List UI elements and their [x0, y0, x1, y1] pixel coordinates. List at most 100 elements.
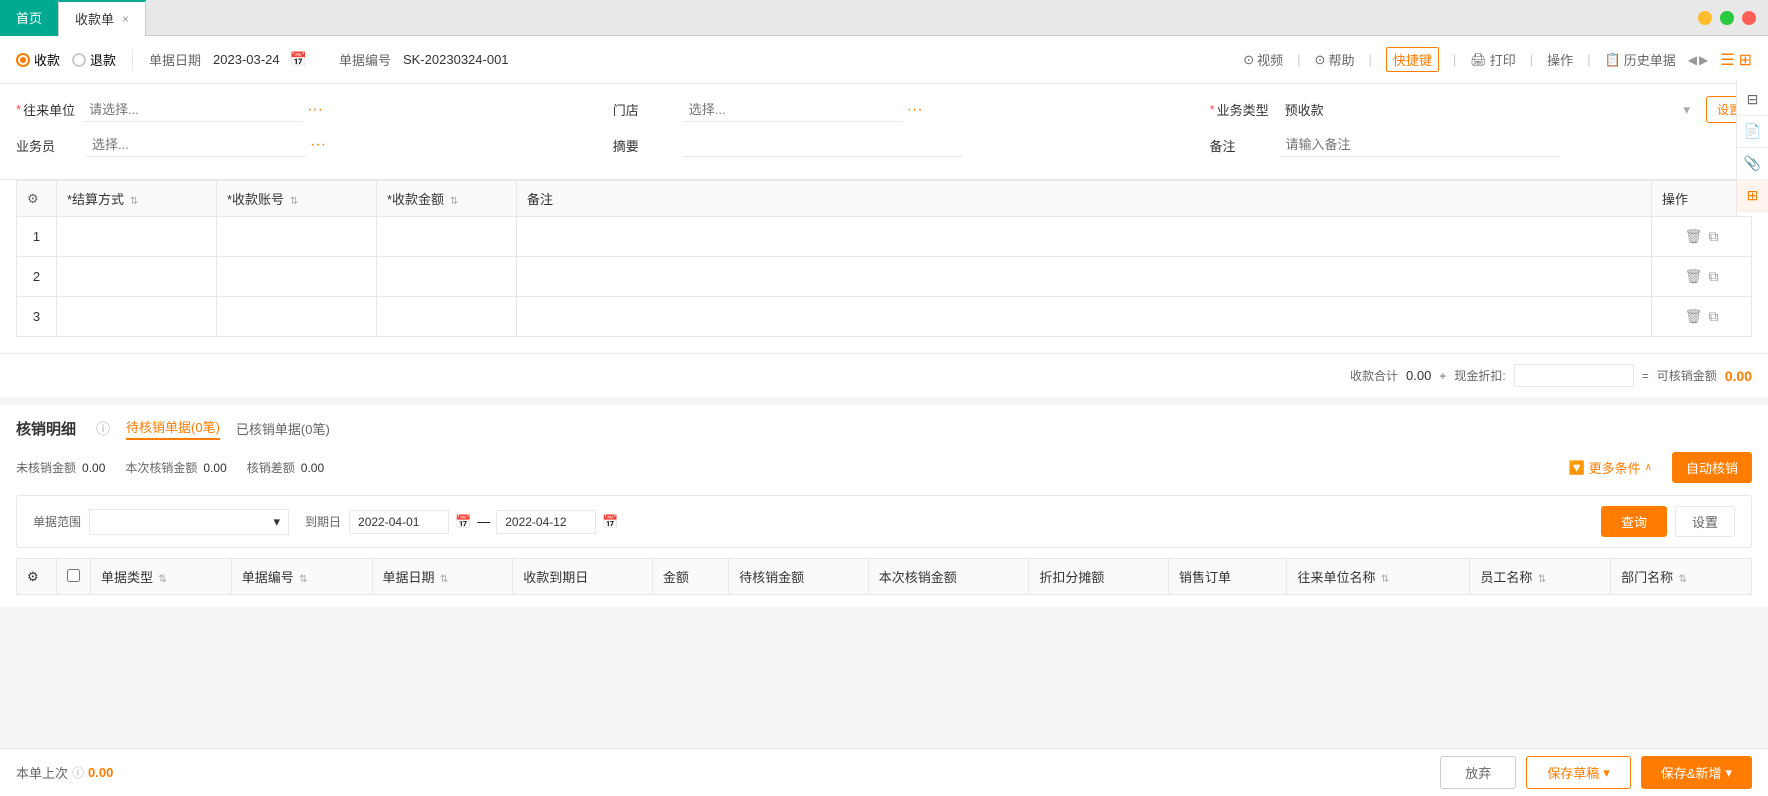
row-3-copy-icon[interactable]: ⧉ [1708, 308, 1718, 325]
counterpart-more-icon[interactable]: ··· [303, 102, 327, 118]
calendar-icon[interactable]: 📅 [290, 51, 307, 68]
save-new-button[interactable]: 保存&新增 ▾ [1641, 756, 1752, 789]
window-minimize-button[interactable] [1698, 11, 1712, 25]
row-3-amount[interactable] [377, 297, 517, 337]
biz-type-dropdown-icon[interactable]: ▾ [1683, 102, 1690, 118]
unverified-value: 0.00 [82, 461, 105, 475]
row-3-account[interactable] [217, 297, 377, 337]
window-controls [1698, 11, 1768, 25]
bt-col-gear[interactable]: ⚙ [17, 559, 57, 595]
bt-dept-sort-icon[interactable]: ⇅ [1679, 574, 1687, 585]
window-close-button[interactable] [1742, 11, 1756, 25]
row-1-delete-icon[interactable]: 🗑 [1685, 228, 1703, 245]
calendar-to-icon[interactable]: 📅 [602, 514, 618, 530]
counterpart-field: * 往来单位 ··· [16, 98, 559, 122]
row-1-account[interactable] [217, 217, 377, 257]
date-from-input[interactable] [349, 510, 449, 534]
bt-select-all-checkbox[interactable] [67, 569, 80, 582]
shortcut-link[interactable]: 快捷键 [1386, 47, 1439, 72]
table-gear-icon[interactable]: ⚙ [27, 191, 39, 206]
grid-view-icon[interactable]: ⊞ [1739, 50, 1752, 70]
row-3-remark[interactable] [517, 297, 1652, 337]
bt-date-sort-icon[interactable]: ⇅ [440, 574, 448, 585]
bt-employee-sort-icon[interactable]: ⇅ [1538, 574, 1546, 585]
verify-info-icon[interactable]: ⓘ [96, 419, 110, 439]
abandon-button[interactable]: 放弃 [1440, 756, 1516, 789]
more-conditions-btn[interactable]: 🔽 更多条件 ∧ [1568, 458, 1652, 477]
account-sort-icon[interactable]: ⇅ [290, 196, 298, 207]
remark-input[interactable] [1280, 133, 1560, 157]
counterpart-input[interactable] [83, 98, 303, 122]
row-1-amount[interactable] [377, 217, 517, 257]
settle-sort-icon[interactable]: ⇅ [130, 196, 138, 207]
video-link[interactable]: ⊙ 视频 [1243, 50, 1283, 69]
save-draft-button[interactable]: 保存草稿 ▾ [1526, 756, 1631, 789]
auto-verify-button[interactable]: 自动核销 [1672, 452, 1752, 483]
bt-number-sort-icon[interactable]: ⇅ [299, 574, 307, 585]
radio-receive[interactable]: 收款 [16, 50, 60, 69]
sidebar-icon-1[interactable]: ⊟ [1737, 84, 1768, 116]
salesperson-more-icon[interactable]: ··· [306, 137, 330, 153]
footer-info-icon[interactable]: ⓘ [72, 764, 84, 781]
col-gear[interactable]: ⚙ [17, 181, 57, 217]
next-arrow[interactable]: ▶ [1699, 53, 1708, 67]
list-view-icon[interactable]: ☰ [1720, 50, 1734, 70]
row-2-remark[interactable] [517, 257, 1652, 297]
discount-input[interactable] [1514, 364, 1634, 387]
radio-refund-label: 退款 [90, 50, 116, 69]
sidebar-icon-active[interactable]: ⊞ [1737, 180, 1768, 212]
bt-type-sort-icon[interactable]: ⇅ [158, 574, 166, 585]
bt-col-counterpart-header: 往来单位名称 ⇅ [1287, 559, 1470, 595]
row-2-settle[interactable] [57, 257, 217, 297]
operate-link[interactable]: 操作 [1547, 50, 1573, 69]
bt-gear-icon[interactable]: ⚙ [27, 569, 39, 584]
row-1-copy-icon[interactable]: ⧉ [1708, 228, 1718, 245]
row-2-delete-icon[interactable]: 🗑 [1685, 268, 1703, 285]
amount-sort-icon[interactable]: ⇅ [450, 196, 458, 207]
bt-counterpart-sort-icon[interactable]: ⇅ [1381, 574, 1389, 585]
toolbar-actions: ⊙ 视频 | ⊙ 帮助 | 快捷键 | 🖨 打印 | 操作 | 📋 [1243, 47, 1752, 72]
sidebar-icon-attachment[interactable]: 📎 [1737, 148, 1768, 180]
row-3-settle[interactable] [57, 297, 217, 337]
history-link[interactable]: 📋 历史单据 [1605, 50, 1676, 69]
data-table-wrapper: ⚙ *结算方式 ⇅ *收款账号 ⇅ *收款金额 ⇅ 备注 [0, 180, 1768, 353]
current-label: 本次核销金额 [125, 459, 197, 476]
bottom-table-wrapper: ⚙ 单据类型 ⇅ 单据编号 ⇅ [16, 558, 1752, 595]
window-maximize-button[interactable] [1720, 11, 1734, 25]
due-date-field: 到期日 📅 — 📅 [305, 510, 618, 534]
summary-input[interactable] [683, 133, 963, 157]
row-1-settle[interactable] [57, 217, 217, 257]
store-input[interactable] [683, 98, 903, 122]
pending-tab[interactable]: 待核销单据(0笔) [126, 417, 220, 440]
print-link[interactable]: 🖨 打印 [1470, 50, 1516, 69]
row-2-copy-icon[interactable]: ⧉ [1708, 268, 1718, 285]
more-conditions-label: 更多条件 [1589, 458, 1641, 477]
row-2-account[interactable] [217, 257, 377, 297]
salesperson-input[interactable] [86, 133, 306, 157]
row-1-remark[interactable] [517, 217, 1652, 257]
calendar-from-icon[interactable]: 📅 [455, 514, 471, 530]
range-select[interactable]: ▾ [89, 509, 289, 535]
tab-home[interactable]: 首页 [0, 0, 58, 36]
query-button[interactable]: 查询 [1601, 506, 1667, 537]
prev-arrow[interactable]: ◀ [1688, 53, 1697, 67]
bt-col-type-header: 单据类型 ⇅ [91, 559, 232, 595]
biz-type-label: 业务类型 [1217, 100, 1277, 119]
help-link[interactable]: ⊙ 帮助 [1315, 50, 1355, 69]
store-more-icon[interactable]: ··· [903, 102, 927, 118]
date-to-input[interactable] [496, 510, 596, 534]
right-sidebar: ⊟ 📄 📎 ⊞ [1736, 80, 1768, 216]
bt-col-checkbox[interactable] [57, 559, 91, 595]
bt-col-discount-header: 折扣分摊额 [1029, 559, 1169, 595]
filter-settings-button[interactable]: 设置 [1675, 506, 1735, 537]
tab-receipt[interactable]: 收款单 × [58, 0, 146, 36]
sidebar-icon-2[interactable]: 📄 [1737, 116, 1768, 148]
row-2-amount[interactable] [377, 257, 517, 297]
bt-col-date-header: 单据日期 ⇅ [372, 559, 513, 595]
tab-close-icon[interactable]: × [122, 12, 129, 26]
done-tab[interactable]: 已核销单据(0笔) [236, 419, 330, 438]
bt-col-amount-header: 金额 [652, 559, 728, 595]
row-3-delete-icon[interactable]: 🗑 [1685, 308, 1703, 325]
radio-refund[interactable]: 退款 [72, 50, 116, 69]
range-field: 单据范围 ▾ [33, 509, 289, 535]
